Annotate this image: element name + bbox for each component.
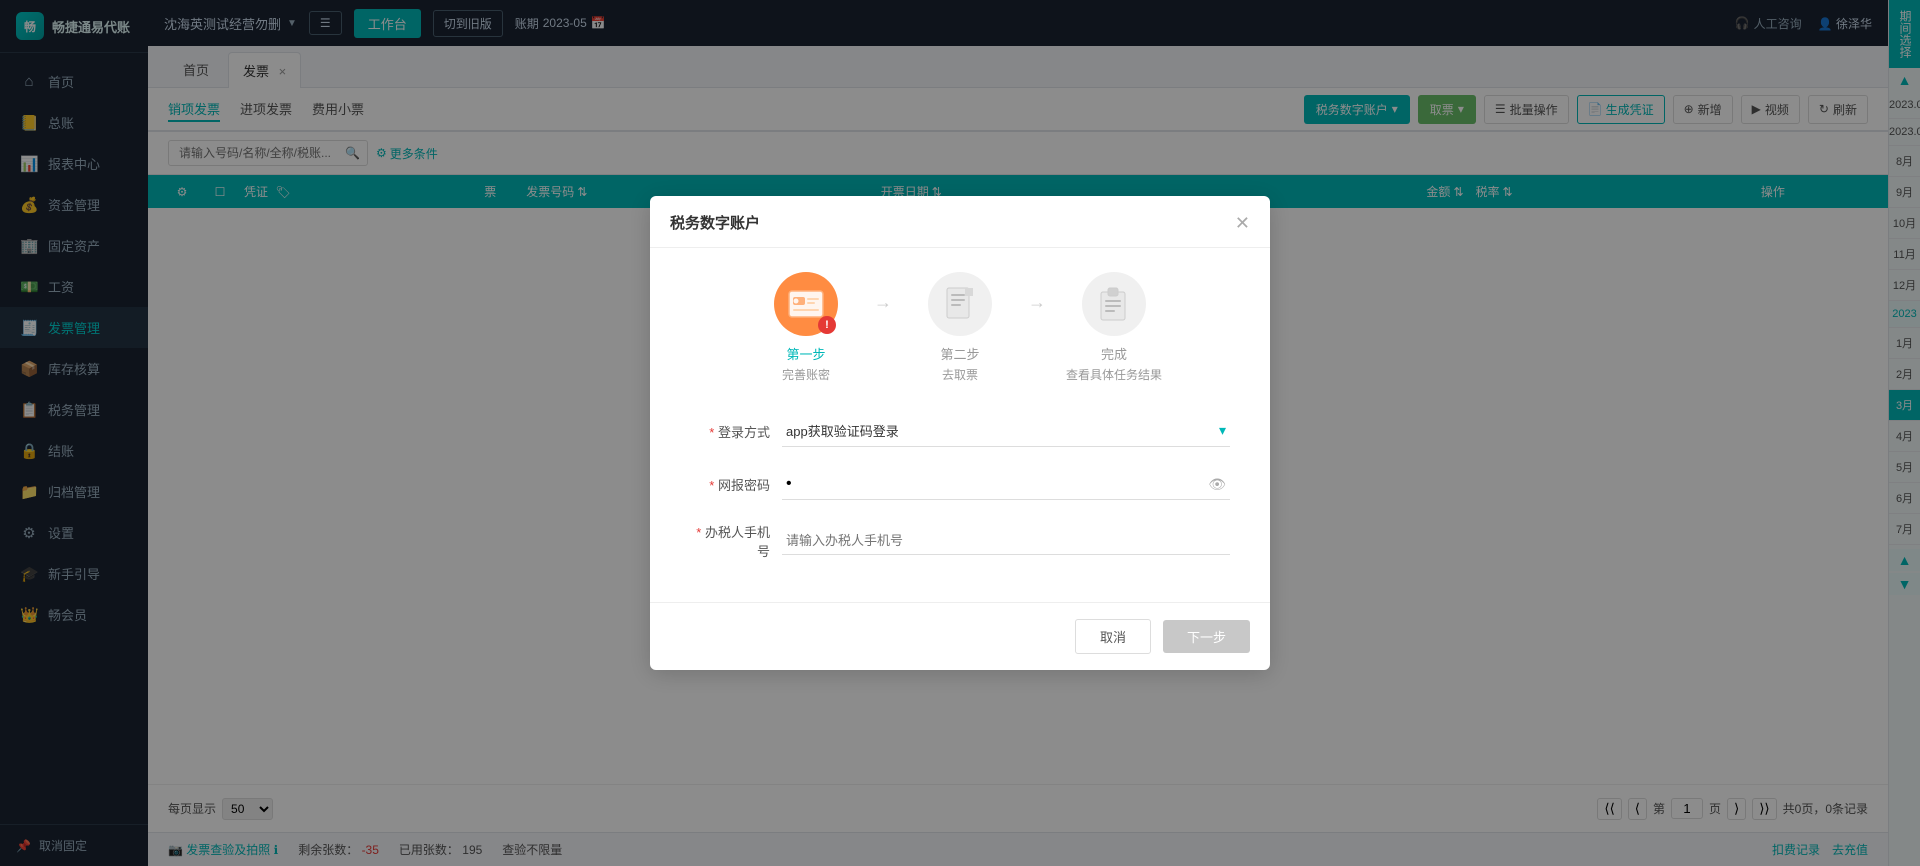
- step-3: 完成 查看具体任务结果: [1054, 272, 1174, 383]
- step-2-label: 第二步: [940, 344, 979, 363]
- modal-header: 税务数字账户 ✕: [650, 196, 1270, 248]
- step-1-badge: !: [818, 316, 836, 334]
- modal-title: 税务数字账户: [670, 212, 760, 233]
- password-input-wrap: 👁: [782, 469, 1230, 500]
- password-label: * 网报密码: [690, 475, 770, 494]
- step-1-card-icon: [788, 290, 824, 318]
- next-label: 下一步: [1187, 630, 1226, 645]
- step-1-desc: 完善账密: [782, 366, 830, 383]
- required-marker: *: [709, 425, 714, 440]
- required-marker-3: *: [696, 525, 701, 540]
- cancel-label: 取消: [1100, 630, 1126, 645]
- password-input[interactable]: [782, 469, 1204, 499]
- form-password-row: * 网报密码 👁: [690, 469, 1230, 500]
- form-phone-row: * 办税人手机号: [690, 522, 1230, 560]
- phone-input[interactable]: [782, 527, 1230, 555]
- step-1-label: 第一步: [786, 344, 825, 363]
- step-3-label: 完成: [1101, 344, 1127, 363]
- step-1: ! 第一步 完善账密: [746, 272, 866, 383]
- modal-body: ! 第一步 完善账密 →: [650, 248, 1270, 602]
- login-method-select[interactable]: app获取验证码登录 ▾: [782, 415, 1230, 447]
- step-2-icon-wrap: [928, 272, 992, 336]
- step-2-doc-icon: [943, 286, 977, 322]
- step-2-desc: 去取票: [942, 366, 978, 383]
- password-toggle-icon[interactable]: 👁: [1204, 476, 1230, 493]
- login-method-value: app获取验证码登录: [782, 415, 1219, 446]
- step-1-icon-wrap: !: [774, 272, 838, 336]
- modal-close-button[interactable]: ✕: [1235, 214, 1250, 232]
- modal-overlay: 税务数字账户 ✕: [0, 0, 1920, 866]
- modal-footer: 取消 下一步: [650, 602, 1270, 670]
- next-button[interactable]: 下一步: [1163, 620, 1250, 653]
- modal-tax-account: 税务数字账户 ✕: [650, 196, 1270, 670]
- step-3-icon-wrap: [1082, 272, 1146, 336]
- step-3-desc: 查看具体任务结果: [1066, 366, 1162, 383]
- required-marker-2: *: [709, 478, 714, 493]
- login-method-label: * 登录方式: [690, 422, 770, 441]
- step-2: 第二步 去取票: [900, 272, 1020, 383]
- select-dropdown-icon: ▾: [1219, 422, 1230, 439]
- phone-label: * 办税人手机号: [690, 522, 770, 560]
- step-3-clipboard-icon: [1097, 286, 1131, 322]
- steps-container: ! 第一步 完善账密 →: [690, 272, 1230, 383]
- step-arrow-1: →: [866, 292, 900, 313]
- form-login-method-row: * 登录方式 app获取验证码登录 ▾: [690, 415, 1230, 447]
- step-arrow-2: →: [1020, 292, 1054, 313]
- cancel-button[interactable]: 取消: [1075, 619, 1151, 654]
